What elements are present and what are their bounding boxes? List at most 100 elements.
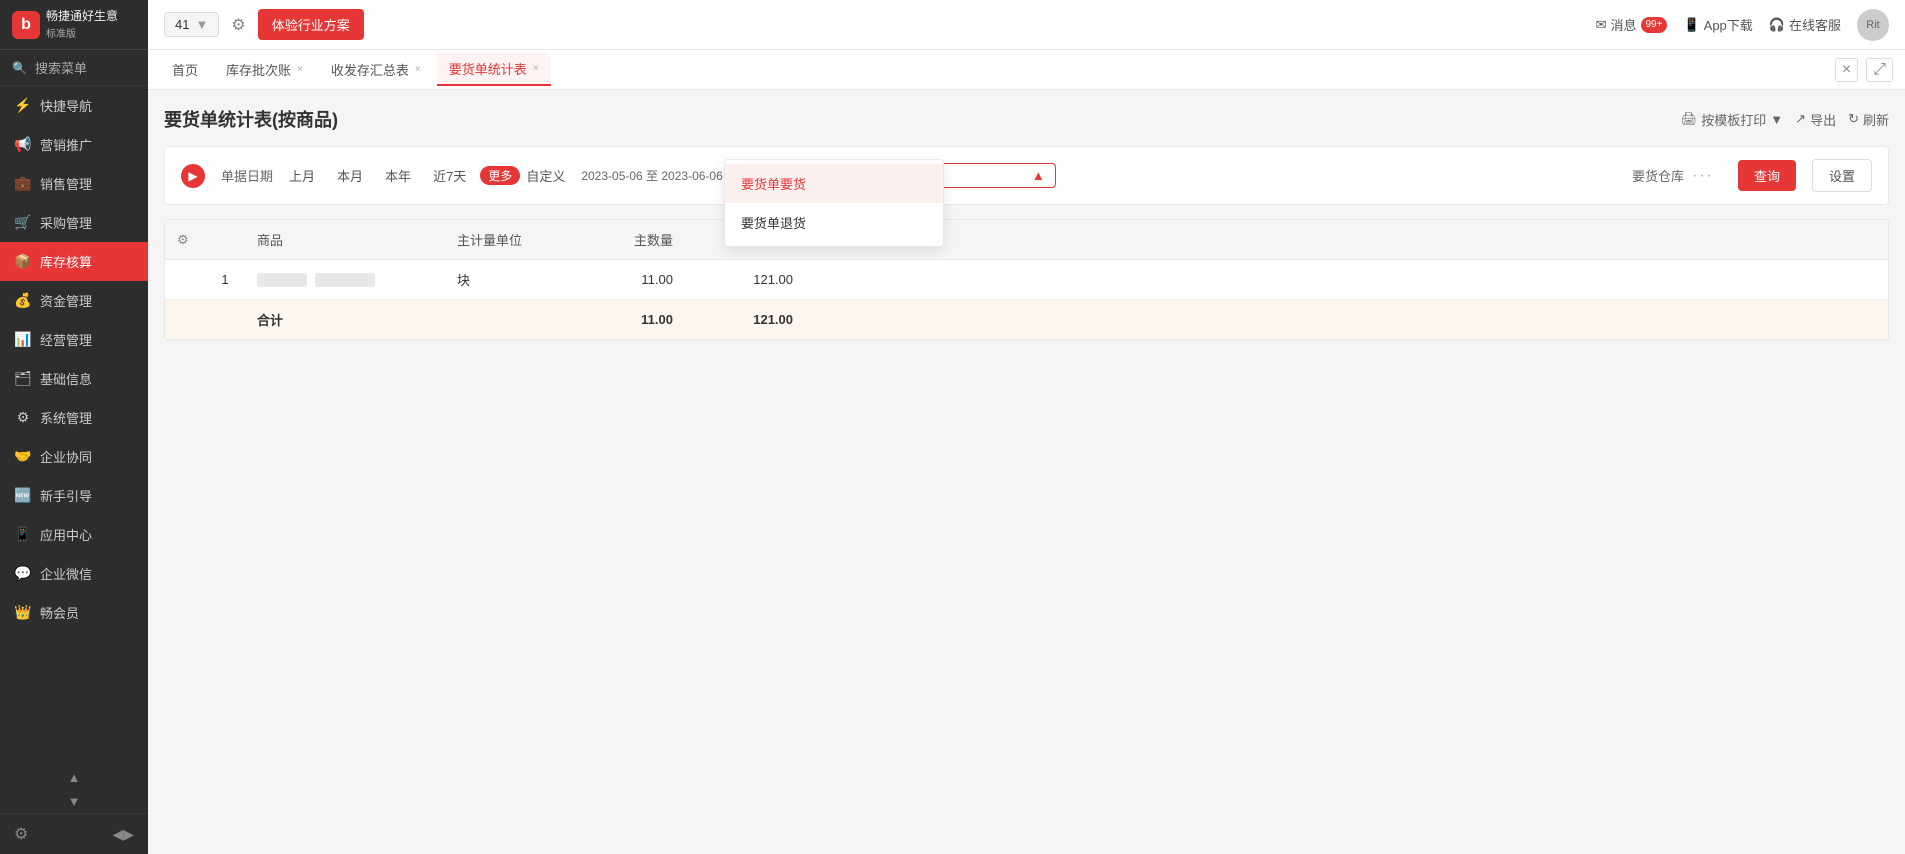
export-label: 导出 [1810, 110, 1836, 129]
sidebar: b 畅捷通好生意 标准版 🔍 搜索菜单 ⚡ 快捷导航 📢 营销推广 💼 销售管理… [0, 0, 148, 854]
finance-icon: 💰 [14, 292, 32, 309]
sidebar-search[interactable]: 🔍 搜索菜单 [0, 50, 148, 86]
settings-btn[interactable]: 设置 [1812, 159, 1872, 192]
sidebar-item-label: 资金管理 [40, 291, 92, 310]
tabs-close-all-btn[interactable]: × [1835, 58, 1858, 82]
cell-quantity: 11.00 [565, 260, 685, 300]
tab-receivable-summary[interactable]: 收发存汇总表 × [319, 54, 433, 85]
tabs-expand: × ⤢ [1835, 58, 1893, 82]
sidebar-item-wechat[interactable]: 💬 企业微信 [0, 554, 148, 593]
tab-inventory-batch-label: 库存批次账 [226, 60, 291, 79]
col-header-unit: 主计量单位 [445, 220, 565, 260]
sidebar-scroll-up[interactable]: ▲ [0, 765, 148, 789]
warehouse-more-icon[interactable]: ··· [1692, 167, 1714, 185]
tab-inventory-batch-close[interactable]: × [297, 64, 303, 75]
tab-order-stats-close[interactable]: × [533, 63, 539, 74]
footer-extra [805, 300, 1888, 340]
table-row: 1 块 11.00 121.00 [165, 260, 1888, 300]
sidebar-item-inventory[interactable]: 📦 库存核算 [0, 242, 148, 281]
user-avatar[interactable]: Rit [1857, 9, 1889, 41]
date-shortcuts: 上月 本月 本年 近7天 更多 自定义 [281, 164, 565, 187]
date-filter-label: 单据日期 [221, 166, 273, 185]
sidebar-item-label: 系统管理 [40, 408, 92, 427]
topbar-left: 41 ▼ ⚙ 体验行业方案 [164, 9, 1596, 40]
sidebar-item-label: 采购管理 [40, 213, 92, 232]
filter-bar: ▶ 单据日期 上月 本月 本年 近7天 更多 自定义 2023-05-06 至 … [164, 146, 1889, 205]
sidebar-item-marketing[interactable]: 📢 营销推广 [0, 125, 148, 164]
custom-date-btn[interactable]: 自定义 [526, 166, 565, 185]
marketing-icon: 📢 [14, 136, 32, 153]
sidebar-item-enterprise[interactable]: 🤝 企业协同 [0, 437, 148, 476]
collapse-icon[interactable]: ◀▶ [112, 826, 134, 843]
tab-inventory-batch[interactable]: 库存批次账 × [214, 54, 315, 85]
store-selector[interactable]: 41 ▼ [164, 12, 219, 37]
service-icon: 🎧 [1769, 17, 1785, 33]
sidebar-item-label: 库存核算 [40, 252, 92, 271]
data-table-container: ⚙ 商品 主计量单位 主数量 零售金额 1 [164, 219, 1889, 341]
system-icon: ⚙ [14, 409, 32, 426]
last-month-btn[interactable]: 上月 [281, 164, 323, 187]
app-download-btn[interactable]: 📱 App下载 [1683, 15, 1752, 34]
table-header-row: ⚙ 商品 主计量单位 主数量 零售金额 [165, 220, 1888, 260]
this-month-btn[interactable]: 本月 [329, 164, 371, 187]
topbar-settings-icon[interactable]: ⚙ [231, 15, 245, 35]
table-footer-row: 合计 11.00 121.00 [165, 300, 1888, 340]
sidebar-item-sales[interactable]: 💼 销售管理 [0, 164, 148, 203]
settings-icon[interactable]: ⚙ [14, 824, 28, 844]
sidebar-item-operations[interactable]: 📊 经营管理 [0, 320, 148, 359]
store-arrow-icon: ▼ [195, 17, 208, 32]
sidebar-item-member[interactable]: 👑 畅会员 [0, 593, 148, 632]
date-range-text: 2023-05-06 至 2023-06-06 [581, 167, 722, 184]
data-table: ⚙ 商品 主计量单位 主数量 零售金额 1 [165, 220, 1888, 340]
warehouse-filter-group: 要货仓库 ··· [1632, 166, 1714, 185]
col-header-quantity: 主数量 [565, 220, 685, 260]
dropdown-item-requisition[interactable]: 要货单要货 [725, 164, 943, 203]
last-7days-btn[interactable]: 近7天 [425, 164, 474, 187]
page-header: 要货单统计表(按商品) 🖨 按模板打印 ▼ ↗ 导出 ↻ 刷新 [164, 106, 1889, 132]
sidebar-item-label: 营销推广 [40, 135, 92, 154]
footer-empty-3 [445, 300, 565, 340]
wechat-icon: 💬 [14, 565, 32, 582]
tab-receivable-summary-close[interactable]: × [415, 64, 421, 75]
cell-product [245, 260, 445, 300]
export-icon: ↗ [1795, 111, 1806, 127]
sidebar-item-finance[interactable]: 💰 资金管理 [0, 281, 148, 320]
sidebar-item-system[interactable]: ⚙ 系统管理 [0, 398, 148, 437]
more-badge[interactable]: 更多 [480, 166, 520, 185]
inventory-icon: 📦 [14, 253, 32, 270]
tab-home[interactable]: 首页 [160, 54, 210, 85]
app-logo-text: 畅捷通好生意 标准版 [46, 9, 118, 40]
tab-order-stats[interactable]: 要货单统计表 × [437, 53, 551, 86]
footer-empty-1 [165, 300, 205, 340]
industry-btn[interactable]: 体验行业方案 [258, 9, 364, 40]
sidebar-item-label: 经营管理 [40, 330, 92, 349]
sidebar-item-guide[interactable]: 🆕 新手引导 [0, 476, 148, 515]
footer-empty-2 [205, 300, 245, 340]
filter-expand-btn[interactable]: ▶ [181, 164, 205, 188]
enterprise-icon: 🤝 [14, 448, 32, 465]
messages-btn[interactable]: ✉ 消息 99+ [1596, 15, 1668, 34]
print-template-label: 按模板打印 [1701, 110, 1766, 129]
refresh-btn[interactable]: ↻ 刷新 [1848, 110, 1889, 129]
tabs-fullscreen-btn[interactable]: ⤢ [1866, 58, 1893, 82]
operations-icon: 📊 [14, 331, 32, 348]
query-btn[interactable]: 查询 [1738, 160, 1796, 191]
sidebar-item-purchase[interactable]: 🛒 采购管理 [0, 203, 148, 242]
col-settings-icon[interactable]: ⚙ [177, 232, 189, 247]
date-filter-group: 单据日期 上月 本月 本年 近7天 更多 自定义 [221, 164, 565, 187]
cell-unit: 块 [445, 260, 565, 300]
cell-extra [805, 260, 1888, 300]
this-year-btn[interactable]: 本年 [377, 164, 419, 187]
footer-amount: 121.00 [685, 300, 805, 340]
sidebar-item-label: 基础信息 [40, 369, 92, 388]
export-btn[interactable]: ↗ 导出 [1795, 110, 1836, 129]
online-service-btn[interactable]: 🎧 在线客服 [1769, 15, 1841, 34]
type-select-arrow-icon[interactable]: ▲ [1032, 168, 1045, 183]
sidebar-item-quick-nav[interactable]: ⚡ 快捷导航 [0, 86, 148, 125]
print-template-btn[interactable]: 🖨 按模板打印 ▼ [1681, 110, 1783, 129]
sidebar-scroll-down[interactable]: ▼ [0, 789, 148, 813]
sidebar-item-basic[interactable]: 🗂 基础信息 [0, 359, 148, 398]
dropdown-item-return[interactable]: 要货单退货 [725, 203, 943, 242]
sidebar-item-appcenter[interactable]: 📱 应用中心 [0, 515, 148, 554]
warehouse-filter-label: 要货仓库 [1632, 166, 1684, 185]
